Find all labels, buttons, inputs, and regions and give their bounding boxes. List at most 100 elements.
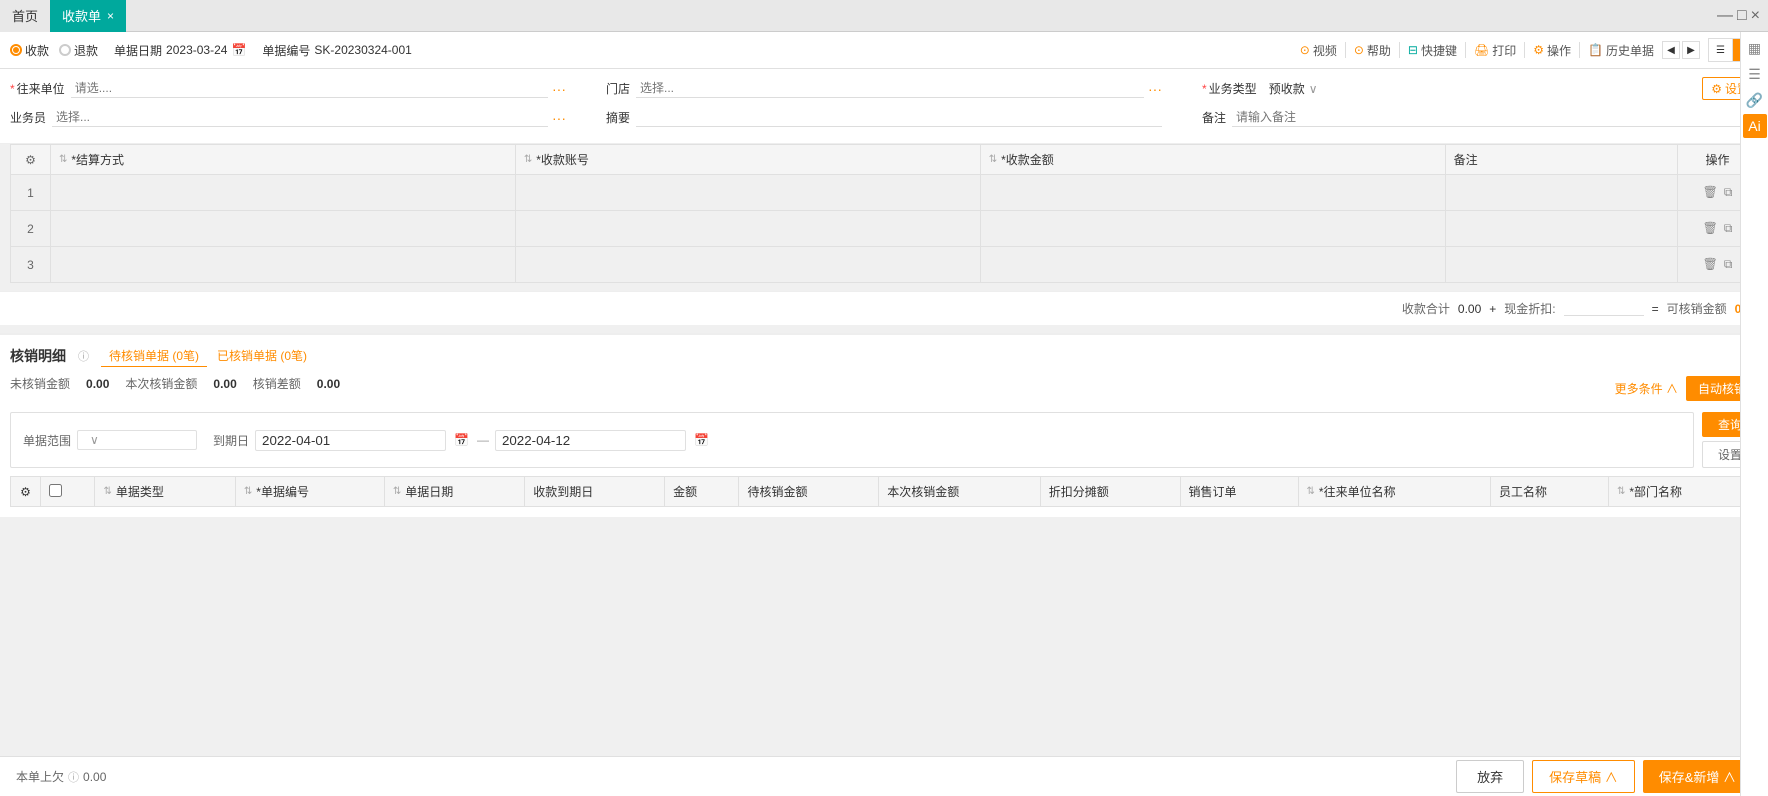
gear-rec-icon[interactable]: ⚙ <box>20 485 31 499</box>
delete-icon-3[interactable]: 🗑 <box>1703 257 1718 272</box>
salesman-input[interactable] <box>52 108 548 127</box>
settlement-cell-2[interactable] <box>51 211 516 247</box>
prev-arrow[interactable]: ◀ <box>1662 41 1680 59</box>
diff-value: 0.00 <box>317 377 340 391</box>
counterpart-input[interactable] <box>71 79 548 98</box>
radio-refund[interactable]: 退款 <box>59 42 98 59</box>
save-draft-button[interactable]: 保存草稿 ∧ <box>1532 760 1635 793</box>
col-remark-label: 备注 <box>1454 153 1478 167</box>
th-account: ⇅*收款账号 <box>515 145 980 175</box>
minimize-icon[interactable]: — <box>1717 7 1733 25</box>
tab-active[interactable]: 收款单 × <box>50 0 126 32</box>
th-due-date: 收款到期日 <box>525 477 665 507</box>
toolbar: 收款 退款 单据日期 2023-03-24 📅 单据编号 SK-20230324… <box>0 32 1768 69</box>
video-btn[interactable]: ⊙ 视频 <box>1300 42 1337 59</box>
delete-icon-1[interactable]: 🗑 <box>1703 185 1718 200</box>
receipt-type-radio: 收款 退款 <box>10 42 98 59</box>
col-bill-date: 单据日期 <box>405 483 453 500</box>
date-to-input[interactable] <box>495 430 686 451</box>
tab-completed[interactable]: 已核销单据 (0笔) <box>209 345 315 367</box>
list-view-btn[interactable]: ☰ <box>1709 39 1733 61</box>
cal-from-icon[interactable]: 📅 <box>454 433 469 447</box>
sort-bill-type: ⇅ <box>103 486 111 497</box>
amount-cell-2[interactable] <box>980 211 1445 247</box>
window-close-icon[interactable]: × <box>1751 7 1760 25</box>
shop-input[interactable] <box>636 79 1144 98</box>
sort-bill-date: ⇅ <box>393 486 401 497</box>
remark-field: 备注 <box>1202 108 1758 127</box>
salesman-more-icon[interactable]: ··· <box>552 110 566 126</box>
help-btn[interactable]: ⊙ 帮助 <box>1354 42 1391 59</box>
tab-close-icon[interactable]: × <box>107 9 114 23</box>
remark-cell-2[interactable] <box>1445 211 1677 247</box>
range-select[interactable]: ∨ <box>77 430 197 450</box>
tab-home[interactable]: 首页 <box>0 0 50 32</box>
amount-cell-1[interactable] <box>980 175 1445 211</box>
select-all-checkbox[interactable] <box>49 484 62 497</box>
settlement-cell-1[interactable] <box>51 175 516 211</box>
sidebar-icon-link[interactable]: 🔗 <box>1743 88 1767 112</box>
summary-input[interactable] <box>636 108 1162 127</box>
date-from-input[interactable] <box>255 430 446 451</box>
discount-input[interactable] <box>1564 301 1644 316</box>
diff-label: 核销差额 <box>253 375 301 392</box>
toolbar-right: ⊙ 视频 ⊙ 帮助 ⊟ 快捷键 🖨 打印 ⚙ 操作 📋 历史单据 ◀ <box>1300 38 1758 62</box>
print-btn[interactable]: 🖨 打印 <box>1474 42 1516 59</box>
next-arrow[interactable]: ▶ <box>1682 41 1700 59</box>
reconcile-header: 核销明细 ⓘ 待核销单据 (0笔) 已核销单据 (0笔) <box>10 345 1758 367</box>
operation-btn[interactable]: ⚙ 操作 <box>1533 42 1571 59</box>
date-filter: 到期日 📅 — 📅 <box>213 430 711 451</box>
table-row: 1 🗑 ⧉ <box>11 175 1758 211</box>
col-due-date: 收款到期日 <box>533 485 593 499</box>
account-cell-1[interactable] <box>515 175 980 211</box>
tab-pending[interactable]: 待核销单据 (0笔) <box>101 345 207 367</box>
col-employee: 员工名称 <box>1499 485 1547 499</box>
col-settlement-label: *结算方式 <box>71 151 124 168</box>
required-star-2: * <box>1202 82 1207 96</box>
save-new-button[interactable]: 保存&新增 ∧ <box>1643 760 1752 793</box>
counterpart-more-icon[interactable]: ··· <box>552 81 566 97</box>
help-label: 帮助 <box>1367 42 1391 59</box>
discount-label: 现金折扣: <box>1504 300 1555 317</box>
sidebar-icon-list[interactable]: ☰ <box>1743 62 1767 86</box>
remark-input[interactable] <box>1232 108 1758 127</box>
filter-more-btn[interactable]: 更多条件 ∧ <box>1615 380 1678 397</box>
account-cell-2[interactable] <box>515 211 980 247</box>
cal-to-icon[interactable]: 📅 <box>694 433 709 447</box>
th-amount: 金额 <box>665 477 739 507</box>
sidebar-icon-ai[interactable]: Ai <box>1743 114 1767 138</box>
history-btn[interactable]: 📋 历史单据 <box>1588 42 1654 59</box>
amount-cell-3[interactable] <box>980 247 1445 283</box>
sort-icon-3: ⇅ <box>989 154 997 165</box>
shortcut-icon: ⊟ <box>1408 43 1418 57</box>
abandon-button[interactable]: 放弃 <box>1456 760 1524 793</box>
bottom-info: 本单上欠 ⓘ 0.00 <box>16 768 106 785</box>
reconcile-info-icon[interactable]: ⓘ <box>78 348 89 364</box>
copy-icon-3[interactable]: ⧉ <box>1724 257 1733 272</box>
th-dept: ⇅*部门名称 <box>1608 477 1757 507</box>
shortcut-btn[interactable]: ⊟ 快捷键 <box>1408 42 1457 59</box>
table-gear-icon[interactable]: ⚙ <box>25 153 36 167</box>
settlement-cell-3[interactable] <box>51 247 516 283</box>
account-cell-3[interactable] <box>515 247 980 283</box>
tab-pending-badge: (0笔) <box>172 349 199 363</box>
biz-type-arrow[interactable]: ∨ <box>1309 82 1318 96</box>
remark-cell-3[interactable] <box>1445 247 1677 283</box>
calendar-icon[interactable]: 📅 <box>231 43 246 57</box>
divider-1 <box>1345 42 1346 58</box>
counterpart-field: * 往来单位 ··· <box>10 79 566 98</box>
delete-icon-2[interactable]: 🗑 <box>1703 221 1718 236</box>
radio-receive[interactable]: 收款 <box>10 42 49 59</box>
maximize-icon[interactable]: □ <box>1737 7 1747 25</box>
summary-field: 摘要 <box>606 108 1162 127</box>
bill-no-label: 单据编号 <box>262 42 310 59</box>
shop-more-icon[interactable]: ··· <box>1148 81 1162 97</box>
copy-icon-1[interactable]: ⧉ <box>1724 185 1733 200</box>
copy-icon-2[interactable]: ⧉ <box>1724 221 1733 236</box>
remark-cell-1[interactable] <box>1445 175 1677 211</box>
col-dept: *部门名称 <box>1629 483 1682 500</box>
sidebar-icon-table[interactable]: ▦ <box>1743 36 1767 60</box>
col-pending: 待核销金额 <box>747 485 807 499</box>
col-bill-no: *单据编号 <box>256 483 309 500</box>
bottom-info-icon[interactable]: ⓘ <box>68 769 79 785</box>
